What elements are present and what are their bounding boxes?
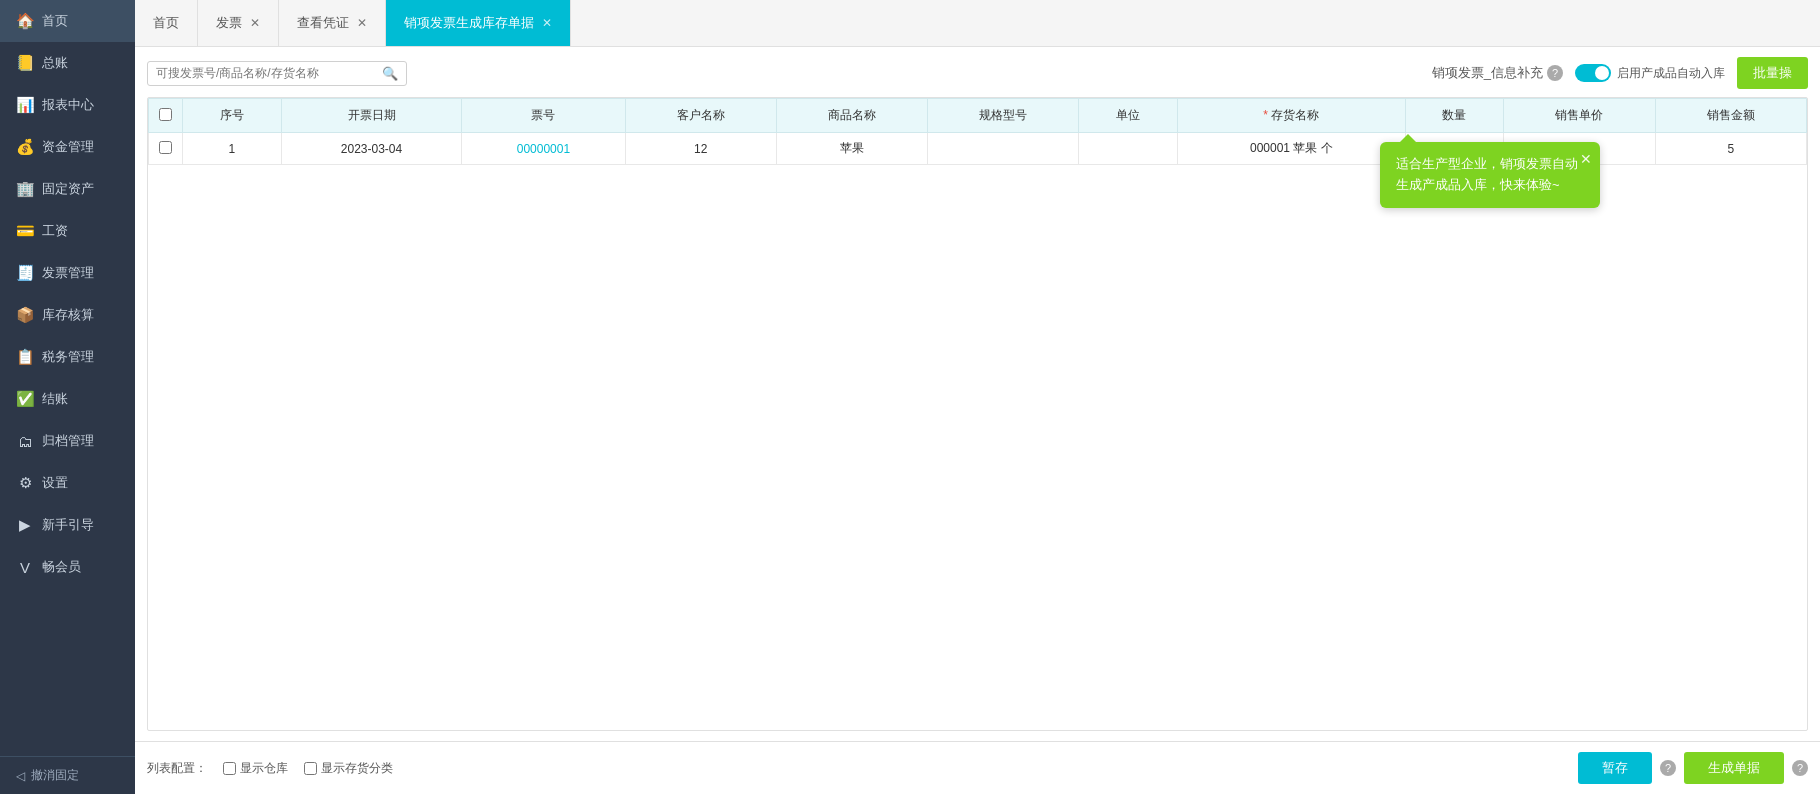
table-header-row: 序号 开票日期 票号 客户名称 商品名称 规格型号 单位 * 存货名称 数量 销… [149, 99, 1807, 133]
guide-icon: ▶ [16, 516, 34, 534]
header-date: 开票日期 [281, 99, 462, 133]
home-icon: 🏠 [16, 12, 34, 30]
show-category-label[interactable]: 显示存货分类 [304, 760, 393, 777]
sidebar-item-inventory[interactable]: 📦 库存核算 [0, 294, 135, 336]
header-checkbox-cell[interactable] [149, 99, 183, 133]
search-box[interactable]: 🔍 [147, 61, 407, 86]
generate-button[interactable]: 生成单据 [1684, 752, 1784, 784]
info-icon: ? [1547, 65, 1563, 81]
tab-voucher-close[interactable]: ✕ [357, 16, 367, 30]
header-unit: 单位 [1079, 99, 1178, 133]
header-qty: 数量 [1405, 99, 1504, 133]
row-seq: 1 [183, 133, 282, 165]
sidebar-footer[interactable]: ◁ 撤消固定 [0, 756, 135, 794]
batch-button[interactable]: 批量操 [1737, 57, 1808, 89]
header-ticket: 票号 [462, 99, 625, 133]
row-unit [1079, 133, 1178, 165]
search-icon: 🔍 [382, 66, 398, 81]
header-customer: 客户名称 [625, 99, 776, 133]
toolbar-right: 销项发票_信息补充 ? 启用产成品自动入库 批量操 [1432, 57, 1808, 89]
settings-icon: ⚙ [16, 474, 34, 492]
sidebar-item-guide[interactable]: ▶ 新手引导 [0, 504, 135, 546]
row-amount: 5 [1655, 133, 1806, 165]
header-inventory: * 存货名称 [1178, 99, 1405, 133]
ledger-icon: 📒 [16, 54, 34, 72]
sidebar-item-salary[interactable]: 💳 工资 [0, 210, 135, 252]
unpin-icon: ◁ [16, 769, 25, 783]
sidebar-item-assets[interactable]: 🏢 固定资产 [0, 168, 135, 210]
row-checkbox-cell[interactable] [149, 133, 183, 165]
tab-home[interactable]: 首页 [135, 0, 198, 46]
sidebar-item-invoice[interactable]: 🧾 发票管理 [0, 252, 135, 294]
tab-bar: 首页 发票 ✕ 查看凭证 ✕ 销项发票生成库存单据 ✕ [135, 0, 1820, 47]
row-product: 苹果 [776, 133, 927, 165]
tab-invoice[interactable]: 发票 ✕ [198, 0, 279, 46]
sidebar-item-ledger[interactable]: 📒 总账 [0, 42, 135, 84]
tooltip-close-button[interactable]: ✕ [1580, 148, 1592, 170]
toggle-group: 启用产成品自动入库 [1575, 64, 1725, 82]
tooltip-popup: ✕ 适合生产型企业，销项发票自动生成产成品入库，快来体验~ [1380, 142, 1600, 208]
sidebar-item-archive[interactable]: 🗂 归档管理 [0, 420, 135, 462]
sidebar-item-closing[interactable]: ✅ 结账 [0, 378, 135, 420]
show-warehouse-label[interactable]: 显示仓库 [223, 760, 288, 777]
sidebar-item-tax[interactable]: 📋 税务管理 [0, 336, 135, 378]
header-spec: 规格型号 [928, 99, 1079, 133]
sidebar: 🏠 首页 📒 总账 📊 报表中心 💰 资金管理 🏢 固定资产 💳 工资 🧾 发票… [0, 0, 135, 794]
sidebar-item-settings[interactable]: ⚙ 设置 [0, 462, 135, 504]
member-icon: V [16, 559, 34, 576]
archive-icon: 🗂 [16, 433, 34, 450]
closing-icon: ✅ [16, 390, 34, 408]
toolbar-top: 🔍 销项发票_信息补充 ? 启用产成品自动入库 批量操 [147, 57, 1808, 89]
tab-voucher[interactable]: 查看凭证 ✕ [279, 0, 386, 46]
generate-info-icon: ? [1792, 760, 1808, 776]
content-area: 🔍 销项发票_信息补充 ? 启用产成品自动入库 批量操 [135, 47, 1820, 741]
row-date: 2023-03-04 [281, 133, 462, 165]
header-unit-price: 销售单价 [1504, 99, 1655, 133]
row-inventory[interactable]: 000001 苹果 个 [1178, 133, 1405, 165]
row-checkbox[interactable] [159, 141, 172, 154]
inventory-icon: 📦 [16, 306, 34, 324]
list-config-label: 列表配置： [147, 760, 207, 777]
tooltip-text: 适合生产型企业，销项发票自动生成产成品入库，快来体验~ [1396, 156, 1578, 192]
search-input[interactable] [156, 66, 376, 80]
bottom-actions: 暂存 ? 生成单据 ? [1578, 752, 1808, 784]
invoice-icon: 🧾 [16, 264, 34, 282]
tab-invoice-close[interactable]: ✕ [250, 16, 260, 30]
salary-icon: 💳 [16, 222, 34, 240]
tax-icon: 📋 [16, 348, 34, 366]
show-warehouse-checkbox[interactable] [223, 762, 236, 775]
sidebar-item-funds[interactable]: 💰 资金管理 [0, 126, 135, 168]
sidebar-item-reports[interactable]: 📊 报表中心 [0, 84, 135, 126]
sidebar-item-member[interactable]: V 畅会员 [0, 546, 135, 588]
main-area: 首页 发票 ✕ 查看凭证 ✕ 销项发票生成库存单据 ✕ 🔍 销项发票_信息补充 [135, 0, 1820, 794]
assets-icon: 🏢 [16, 180, 34, 198]
sidebar-item-home[interactable]: 🏠 首页 [0, 0, 135, 42]
info-label: 销项发票_信息补充 ? [1432, 64, 1563, 82]
header-amount: 销售金额 [1655, 99, 1806, 133]
row-spec [928, 133, 1079, 165]
row-customer: 12 [625, 133, 776, 165]
header-seq: 序号 [183, 99, 282, 133]
select-all-checkbox[interactable] [159, 108, 172, 121]
reports-icon: 📊 [16, 96, 34, 114]
auto-inbound-toggle[interactable] [1575, 64, 1611, 82]
tab-stock-order[interactable]: 销项发票生成库存单据 ✕ [386, 0, 571, 46]
save-info-icon: ? [1660, 760, 1676, 776]
bottom-bar: 列表配置： 显示仓库 显示存货分类 暂存 ? 生成单据 ? [135, 741, 1820, 794]
row-ticket[interactable]: 00000001 [462, 133, 625, 165]
tab-stock-order-close[interactable]: ✕ [542, 16, 552, 30]
header-product: 商品名称 [776, 99, 927, 133]
save-button[interactable]: 暂存 [1578, 752, 1652, 784]
funds-icon: 💰 [16, 138, 34, 156]
show-category-checkbox[interactable] [304, 762, 317, 775]
